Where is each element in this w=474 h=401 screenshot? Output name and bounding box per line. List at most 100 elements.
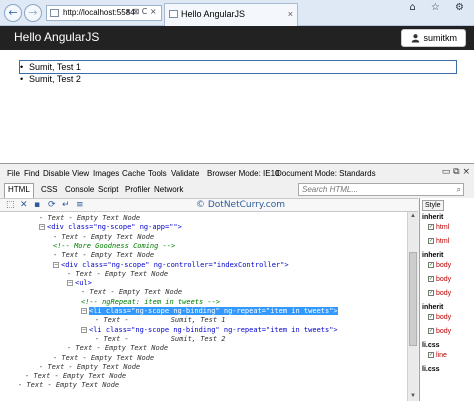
dom-text-node[interactable]: - Text - Sumit, Test 1 xyxy=(0,316,226,325)
node-text: - Text - xyxy=(95,334,129,343)
menu-document-mode[interactable]: Document Mode: Standards xyxy=(276,168,376,180)
node-tag: <div class="ng-scope" ng-controller="ind… xyxy=(61,260,289,269)
dom-text-node[interactable]: - Text - Empty Text Node xyxy=(0,233,154,242)
style-section-header[interactable]: li.css xyxy=(422,342,440,350)
tab-profiler[interactable]: Profiler xyxy=(125,184,150,196)
tab-network[interactable]: Network xyxy=(154,184,183,196)
tab-css[interactable]: CSS xyxy=(41,184,57,196)
node-text: - Text - Empty Text Node xyxy=(67,344,169,353)
node-text: - Text - Empty Text Node xyxy=(39,214,141,222)
scroll-down-icon[interactable]: ▼ xyxy=(409,393,417,401)
save-icon[interactable]: ▪ xyxy=(34,200,40,210)
menu-tools[interactable]: Tools xyxy=(148,168,167,180)
style-section-header[interactable]: inherit xyxy=(422,304,443,312)
style-section-header[interactable]: li.css xyxy=(422,366,440,374)
dom-text-node[interactable]: - Text - Empty Text Node xyxy=(0,251,154,260)
tab-close-icon[interactable]: × xyxy=(288,4,293,24)
collapse-toggle-icon[interactable]: − xyxy=(67,280,73,287)
node-value: Sumit, Test 2 xyxy=(170,334,226,343)
style-rule[interactable]: ✓ body xyxy=(428,276,451,284)
tree-view-icon[interactable]: ≡ xyxy=(76,200,84,210)
style-rule[interactable]: ✓ html xyxy=(428,224,449,232)
menu-disable[interactable]: Disable xyxy=(43,168,70,180)
app-navbar: Hello AngularJS sumitkm xyxy=(0,26,474,50)
style-label: li.css xyxy=(422,366,440,373)
user-button[interactable]: sumitkm xyxy=(400,29,466,47)
forward-button[interactable]: → xyxy=(24,4,42,22)
dom-element-node[interactable]: − <li class="ng-scope ng-binding" ng-repe… xyxy=(0,307,338,316)
dom-comment-node[interactable]: <!-- More Goodness Coming --> xyxy=(0,242,175,251)
menu-view[interactable]: View xyxy=(72,168,89,180)
dom-element-node[interactable]: − <div class="ng-scope" ng-app=""> xyxy=(0,223,182,232)
page-icon xyxy=(50,9,59,17)
rule-checkbox[interactable]: ✓ xyxy=(428,352,434,359)
style-rule[interactable]: ✓ body xyxy=(428,290,451,298)
style-rule[interactable]: ✓ html xyxy=(428,238,449,246)
dom-text-node[interactable]: - Text - Empty Text Node xyxy=(0,354,154,363)
rule-checkbox[interactable]: ✓ xyxy=(428,262,434,269)
node-tag: <li class="ng-scope ng-binding" ng-repea… xyxy=(89,307,338,315)
favicon-icon xyxy=(169,10,178,18)
style-label: html xyxy=(436,238,450,245)
dom-text-node[interactable]: - Text - Sumit, Test 2 xyxy=(0,335,226,344)
address-actions-icons[interactable]: ▾ ⊠ C × xyxy=(126,7,157,16)
tab-html[interactable]: HTML xyxy=(4,183,34,198)
tweet-item: Sumit, Test 2 xyxy=(20,73,456,85)
menu-browser-mode[interactable]: Browser Mode: IE10 xyxy=(207,168,279,180)
collapse-toggle-icon[interactable]: − xyxy=(53,261,59,268)
back-button[interactable]: ← xyxy=(4,4,22,22)
word-wrap-icon[interactable]: ↵ xyxy=(62,200,70,210)
dom-text-node[interactable]: - Text - Empty Text Node xyxy=(0,372,126,381)
scroll-up-icon[interactable]: ▲ xyxy=(409,213,417,221)
dom-element-node[interactable]: − <div class="ng-scope" ng-controller="in… xyxy=(0,261,289,270)
rule-checkbox[interactable]: ✓ xyxy=(428,238,434,245)
address-text: http://localhost:5584 xyxy=(63,8,135,17)
menu-find[interactable]: Find xyxy=(24,168,40,180)
style-tab[interactable]: Style xyxy=(422,200,444,211)
rule-checkbox[interactable]: ✓ xyxy=(428,276,434,283)
app-brand[interactable]: Hello AngularJS xyxy=(14,30,99,44)
dom-comment-node[interactable]: <!-- ngRepeat: item in tweets --> xyxy=(0,298,220,307)
style-rule[interactable]: ✓ body xyxy=(428,314,451,322)
dom-text-node[interactable]: - Text - Empty Text Node xyxy=(0,288,182,297)
collapse-toggle-icon[interactable]: − xyxy=(39,224,45,231)
style-section-header[interactable]: inherit xyxy=(422,252,443,260)
select-element-icon[interactable]: ⬚ xyxy=(6,200,15,210)
rule-checkbox[interactable]: ✓ xyxy=(428,290,434,297)
dom-text-node[interactable]: - Text - Empty Text Node xyxy=(0,381,119,390)
devtools-window-controls[interactable]: ▭ ⧉ × xyxy=(442,167,470,177)
dom-text-node[interactable]: - Text - Empty Text Node xyxy=(0,363,140,372)
rule-checkbox[interactable]: ✓ xyxy=(428,328,434,335)
dom-text-node[interactable]: - Text - Empty Text Node xyxy=(0,344,168,353)
html-search-input[interactable]: Search HTML... ⌕ xyxy=(298,183,464,196)
node-text: - Text - Empty Text Node xyxy=(53,353,155,362)
dom-text-node[interactable]: - Text - Empty Text Node xyxy=(0,270,168,279)
menu-validate[interactable]: Validate xyxy=(171,168,199,180)
tab-script[interactable]: Script xyxy=(98,184,118,196)
style-rule[interactable]: ✓ body xyxy=(428,262,451,270)
browser-tab[interactable]: Hello AngularJS × xyxy=(164,3,298,26)
style-rule[interactable]: ✓ line xyxy=(428,352,447,360)
refresh-icon[interactable]: ⟳ xyxy=(48,200,56,210)
rule-checkbox[interactable]: ✓ xyxy=(428,314,434,321)
node-tag: <div class="ng-scope" ng-app=""> xyxy=(47,223,182,232)
dom-tree[interactable]: - Text - Empty Text Node − <div class="ng-… xyxy=(0,212,407,401)
style-section-header[interactable]: inherit xyxy=(422,214,443,222)
tab-console[interactable]: Console xyxy=(65,184,94,196)
rule-checkbox[interactable]: ✓ xyxy=(428,224,434,231)
node-text: - Text - Empty Text Node xyxy=(67,269,169,278)
menu-cache[interactable]: Cache xyxy=(122,168,145,180)
clear-icon[interactable]: ✕ xyxy=(20,200,28,210)
dom-text-node[interactable]: - Text - Empty Text Node xyxy=(0,214,140,223)
browser-toolbar-icons[interactable]: ⌂ ☆ ⚙ xyxy=(409,2,470,13)
collapse-toggle-icon[interactable]: − xyxy=(81,326,87,333)
dom-element-node[interactable]: − <ul> xyxy=(0,279,92,288)
search-icon[interactable]: ⌕ xyxy=(457,184,461,195)
menu-file[interactable]: File xyxy=(7,168,20,180)
collapse-toggle-icon[interactable]: − xyxy=(81,308,87,314)
dom-tree-scrollbar[interactable]: ▲ ▼ xyxy=(407,212,418,401)
menu-images[interactable]: Images xyxy=(93,168,119,180)
scrollbar-thumb[interactable] xyxy=(409,252,417,346)
style-rule[interactable]: ✓ body xyxy=(428,328,451,336)
dom-element-node[interactable]: − <li class="ng-scope ng-binding" ng-repe… xyxy=(0,326,338,335)
